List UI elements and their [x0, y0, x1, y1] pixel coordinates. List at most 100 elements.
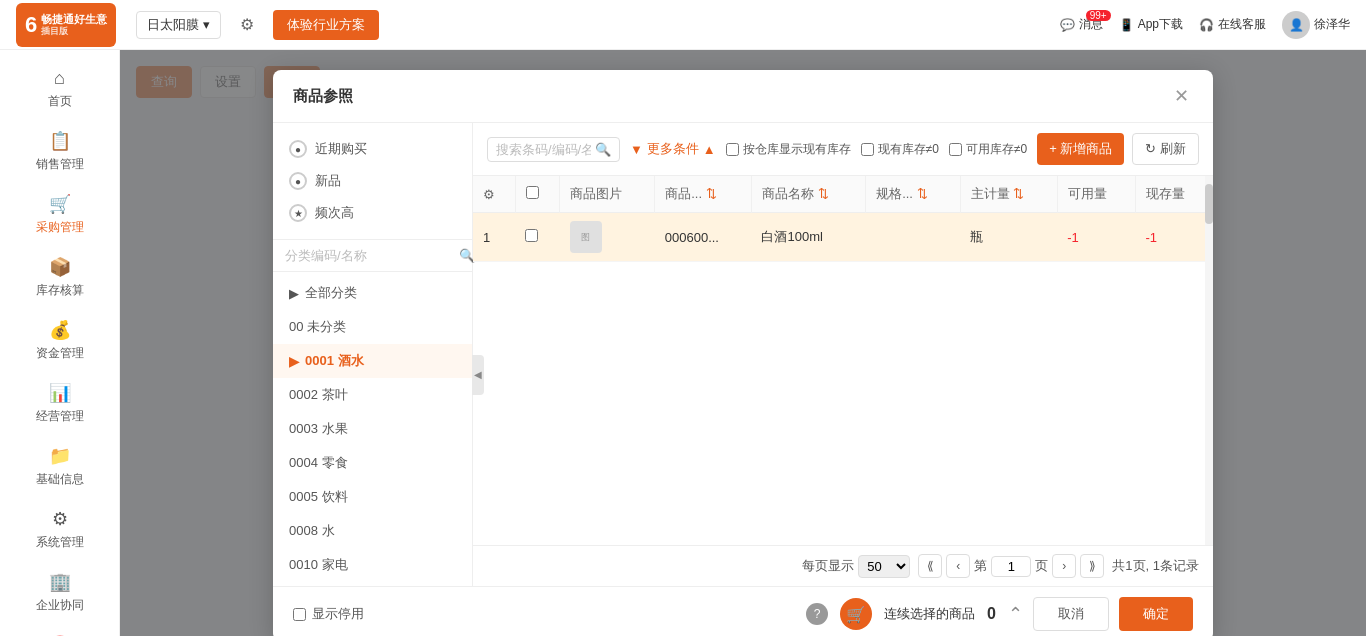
system-icon: ⚙ — [52, 508, 68, 530]
sidebar-item-finance[interactable]: 💰 资金管理 — [0, 309, 119, 372]
sidebar-item-home[interactable]: ⌂ 首页 — [0, 58, 119, 120]
sidebar-item-basic[interactable]: 📁 基础信息 — [0, 435, 119, 498]
table-row[interactable]: 1 图 000600... 白酒100ml 瓶 — [473, 213, 1213, 262]
filter-more-button[interactable]: ▼ 更多条件 ▲ — [630, 140, 716, 158]
help-icon[interactable]: ? — [806, 603, 828, 625]
sidebar-label-enterprise: 企业协同 — [36, 597, 84, 614]
filter-existing-checkbox[interactable] — [861, 143, 874, 156]
sidebar-label-sales: 销售管理 — [36, 156, 84, 173]
show-disabled-text: 显示停用 — [312, 605, 364, 623]
row-select-checkbox[interactable] — [525, 229, 538, 242]
category-item-00[interactable]: 00 未分类 — [273, 310, 472, 344]
category-search-input[interactable] — [285, 248, 453, 263]
filter-existing-stock[interactable]: 现有库存≠0 — [861, 141, 939, 158]
user-nav-item[interactable]: 👤 徐泽华 — [1282, 11, 1350, 39]
category-item-0010[interactable]: 0010 家电 — [273, 548, 472, 582]
search-icon: 🔍 — [595, 142, 611, 157]
row-unit: 瓶 — [960, 213, 1057, 262]
avatar: 👤 — [1282, 11, 1310, 39]
chevron-down-icon: ▾ — [203, 17, 210, 32]
app-download-nav-item[interactable]: 📱 App下载 — [1119, 16, 1183, 33]
modal-close-button[interactable]: ✕ — [1169, 84, 1193, 108]
last-page-button[interactable]: ⟫ — [1080, 554, 1104, 578]
product-reference-modal: 商品参照 ✕ ● 近期购买 ● 新品 — [273, 70, 1213, 636]
scrollbar-thumb[interactable] — [1205, 184, 1213, 224]
category-item-0003[interactable]: 0003 水果 — [273, 412, 472, 446]
cart-button[interactable]: 🛒 — [840, 598, 872, 630]
sidebar-item-operations[interactable]: 📊 经营管理 — [0, 372, 119, 435]
cancel-button[interactable]: 取消 — [1033, 597, 1109, 631]
brand-line2: 插目版 — [41, 26, 107, 37]
next-page-button[interactable]: › — [1052, 554, 1076, 578]
row-stock: -1 — [1135, 213, 1213, 262]
frequent-icon: ★ — [289, 204, 307, 222]
show-disabled-label[interactable]: 显示停用 — [293, 605, 364, 623]
sort-unit-icon: ⇅ — [1013, 186, 1024, 201]
category-label-0002: 0002 茶叶 — [289, 386, 348, 404]
sidebar-label-finance: 资金管理 — [36, 345, 84, 362]
filter-available-stock[interactable]: 可用库存≠0 — [949, 141, 1027, 158]
filter-by-warehouse-label: 按仓库显示现有库存 — [743, 141, 851, 158]
sidebar-item-purchase[interactable]: 🛒 采购管理 — [0, 183, 119, 246]
purchase-icon: 🛒 — [49, 193, 71, 215]
search-input-wrap: 🔍 — [487, 137, 620, 162]
sidebar-item-enterprise[interactable]: 🏢 企业协同 — [0, 561, 119, 624]
sidebar-item-sales[interactable]: 📋 销售管理 — [0, 120, 119, 183]
filter-by-warehouse-checkbox[interactable] — [726, 143, 739, 156]
sidebar-label-inventory: 库存核算 — [36, 282, 84, 299]
sidebar-item-guide[interactable]: 🎯 新手引导 — [0, 624, 119, 636]
brand-number: 6 — [25, 12, 37, 38]
row-checkbox[interactable] — [515, 213, 559, 262]
category-item-0001[interactable]: ▶ 0001 酒水 — [273, 344, 472, 378]
category-item-all[interactable]: ▶ 全部分类 — [273, 276, 472, 310]
messages-nav-item[interactable]: 💬 消息 99+ — [1060, 16, 1103, 33]
col-unit: 主计量 ⇅ — [960, 176, 1057, 213]
headset-icon: 🎧 — [1199, 18, 1214, 32]
category-arrow-0001: ▶ — [289, 354, 299, 369]
page-size-dropdown[interactable]: 50 10 20 100 — [858, 555, 910, 578]
new-icon: ● — [289, 172, 307, 190]
first-page-button[interactable]: ⟪ — [918, 554, 942, 578]
show-disabled-checkbox[interactable] — [293, 608, 306, 621]
home-icon: ⌂ — [54, 68, 65, 89]
settings-icon[interactable]: ⚙ — [231, 9, 263, 41]
quick-filter-new-label: 新品 — [315, 172, 341, 190]
sidebar-label-system: 系统管理 — [36, 534, 84, 551]
refresh-button[interactable]: ↻ 刷新 — [1132, 133, 1199, 165]
sidebar-item-inventory[interactable]: 📦 库存核算 — [0, 246, 119, 309]
quick-filter-frequent[interactable]: ★ 频次高 — [273, 197, 472, 229]
experience-button[interactable]: 体验行业方案 — [273, 10, 379, 40]
col-settings[interactable]: ⚙ — [473, 176, 515, 213]
category-item-0008[interactable]: 0008 水 — [273, 514, 472, 548]
category-item-0002[interactable]: 0002 茶叶 — [273, 378, 472, 412]
category-label-0010: 0010 家电 — [289, 556, 348, 574]
left-panel: ● 近期购买 ● 新品 ★ 频次高 ◀ — [273, 123, 473, 586]
footer-buttons: 取消 确定 — [1033, 597, 1193, 631]
quick-filter-recent[interactable]: ● 近期购买 — [273, 133, 472, 165]
select-all-checkbox[interactable] — [526, 186, 539, 199]
sidebar-item-system[interactable]: ⚙ 系统管理 — [0, 498, 119, 561]
chevron-up-icon: ▲ — [703, 142, 716, 157]
right-panel: 🔍 ▼ 更多条件 ▲ 按仓库显示现有库存 — [473, 123, 1213, 586]
filter-available-checkbox[interactable] — [949, 143, 962, 156]
filter-by-warehouse[interactable]: 按仓库显示现有库存 — [726, 141, 851, 158]
page-number-input[interactable] — [991, 556, 1031, 577]
online-service-nav-item[interactable]: 🎧 在线客服 — [1199, 16, 1266, 33]
prev-page-button[interactable]: ‹ — [946, 554, 970, 578]
quick-filter-new[interactable]: ● 新品 — [273, 165, 472, 197]
store-selector[interactable]: 日太阳膜 ▾ — [136, 11, 221, 39]
category-list: ▶ 全部分类 00 未分类 ▶ 0001 酒水 0002 茶 — [273, 272, 472, 586]
sort-icon: ⇅ — [706, 186, 717, 201]
filter-more-label: 更多条件 — [647, 140, 699, 158]
cart-collapse-button[interactable]: ⌃ — [1008, 603, 1023, 625]
sidebar-label-home: 首页 — [48, 93, 72, 110]
category-item-0005[interactable]: 0005 饮料 — [273, 480, 472, 514]
filter-icon: ▼ — [630, 142, 643, 157]
category-item-0004[interactable]: 0004 零食 — [273, 446, 472, 480]
page-nav: ⟪ ‹ 第 页 › ⟫ — [918, 554, 1104, 578]
add-product-button[interactable]: + 新增商品 — [1037, 133, 1124, 165]
category-search: 🔍 — [273, 240, 472, 272]
page-size-select: 每页显示 50 10 20 100 — [802, 555, 910, 578]
confirm-button[interactable]: 确定 — [1119, 597, 1193, 631]
search-input[interactable] — [496, 142, 591, 157]
